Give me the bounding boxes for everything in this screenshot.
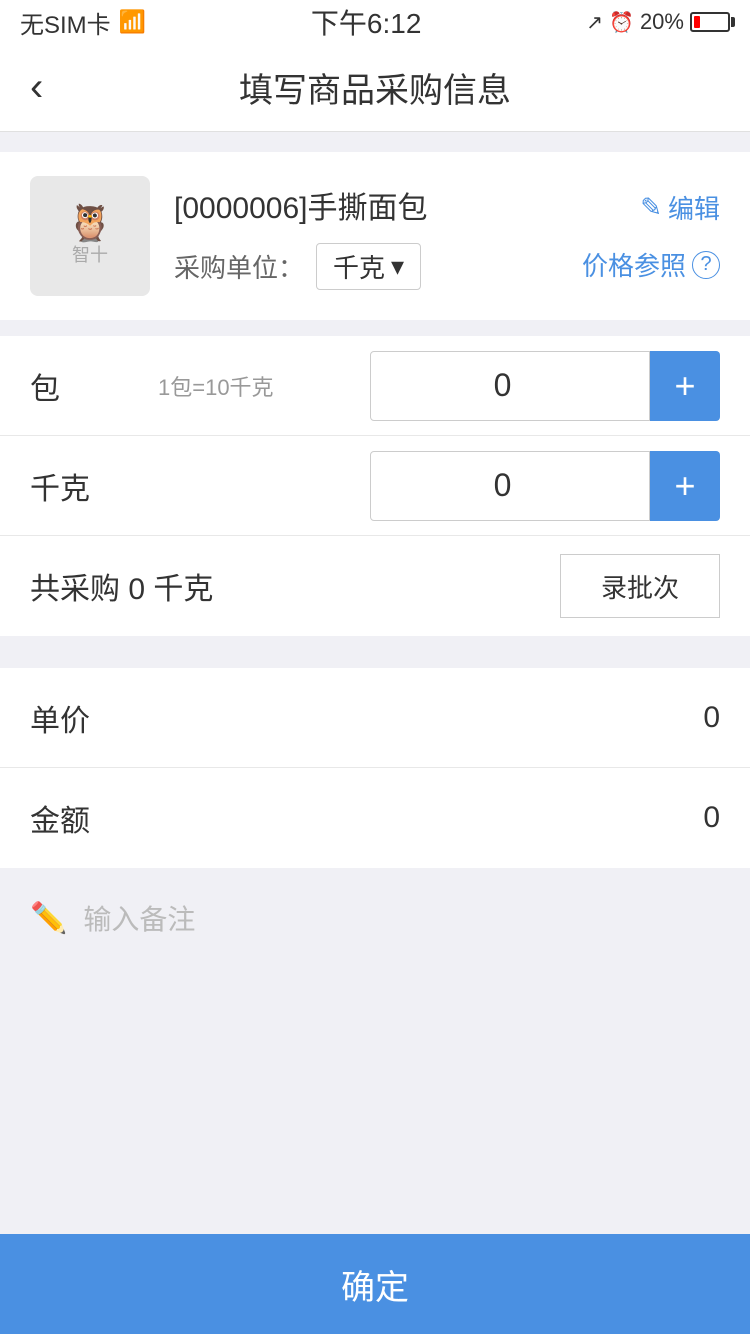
bag-input-row: 包 1包=10千克 + bbox=[0, 336, 750, 436]
product-card: 🦉 智十 [0000006]手撕面包 采购单位： 千克 ▾ ✎ 编辑 价格参照 … bbox=[0, 152, 750, 320]
summary-text: 共采购 0 千克 bbox=[30, 564, 213, 608]
product-name: [0000006]手撕面包 bbox=[174, 183, 558, 227]
product-brand: 智十 bbox=[72, 241, 108, 267]
unit-label: 采购单位： bbox=[174, 248, 304, 285]
status-left: 无SIM卡 📶 bbox=[20, 5, 146, 40]
unit-price-row: 单价 0 bbox=[0, 668, 750, 768]
batch-button[interactable]: 录批次 bbox=[560, 554, 720, 618]
carrier-text: 无SIM卡 bbox=[20, 5, 111, 40]
remark-section[interactable]: ✏️ 输入备注 bbox=[0, 868, 750, 968]
unit-value: 千克 bbox=[333, 248, 385, 285]
unit-price-label: 单价 bbox=[30, 696, 90, 740]
summary-row: 共采购 0 千克 录批次 bbox=[0, 536, 750, 636]
chevron-down-icon: ▾ bbox=[391, 251, 404, 282]
price-section: 单价 0 金额 0 bbox=[0, 668, 750, 868]
input-section: 包 1包=10千克 + 千克 + bbox=[0, 336, 750, 536]
kg-input-right: + bbox=[370, 451, 720, 521]
bag-plus-button[interactable]: + bbox=[650, 351, 720, 421]
battery-percent: 20% bbox=[640, 9, 684, 35]
unit-select[interactable]: 千克 ▾ bbox=[316, 243, 421, 290]
product-unit-row: 采购单位： 千克 ▾ bbox=[174, 243, 558, 290]
bag-input-right: + bbox=[370, 351, 720, 421]
back-button[interactable]: ‹ bbox=[30, 65, 43, 110]
bag-qty-input[interactable] bbox=[370, 351, 650, 421]
kg-qty-input[interactable] bbox=[370, 451, 650, 521]
divider-1 bbox=[0, 320, 750, 336]
product-image: 🦉 智十 bbox=[30, 176, 150, 296]
kg-label: 千克 bbox=[30, 464, 150, 508]
status-right: ↗ ⏰ 20% bbox=[586, 9, 730, 35]
product-owl-icon: 🦉 bbox=[68, 205, 113, 241]
bag-sub-label: 1包=10千克 bbox=[158, 370, 274, 402]
unit-price-value: 0 bbox=[703, 701, 720, 735]
status-bar: 无SIM卡 📶 下午6:12 ↗ ⏰ 20% bbox=[0, 0, 750, 44]
page-title: 填写商品采购信息 bbox=[239, 63, 511, 112]
product-actions: ✎ 编辑 价格参照 ? bbox=[582, 189, 720, 283]
price-ref-label: 价格参照 bbox=[582, 246, 686, 283]
kg-plus-button[interactable]: + bbox=[650, 451, 720, 521]
kg-input-row: 千克 + bbox=[0, 436, 750, 536]
bag-label: 包 bbox=[30, 364, 150, 408]
amount-row: 金额 0 bbox=[0, 768, 750, 868]
product-info: [0000006]手撕面包 采购单位： 千克 ▾ bbox=[174, 183, 558, 290]
edit-button[interactable]: ✎ 编辑 bbox=[640, 189, 720, 226]
alarm-icon: ⏰ bbox=[609, 10, 634, 35]
help-icon: ? bbox=[692, 251, 720, 279]
wifi-icon: 📶 bbox=[119, 9, 146, 35]
confirm-button[interactable]: 确定 bbox=[0, 1234, 750, 1334]
edit-label: 编辑 bbox=[668, 189, 720, 226]
divider-2 bbox=[0, 636, 750, 652]
edit-icon: ✎ bbox=[640, 192, 662, 223]
empty-space bbox=[0, 968, 750, 1268]
remark-placeholder: 输入备注 bbox=[83, 898, 195, 938]
pencil-icon: ✏️ bbox=[30, 901, 67, 936]
location-icon: ↗ bbox=[586, 10, 603, 35]
amount-label: 金额 bbox=[30, 796, 90, 840]
status-time: 下午6:12 bbox=[311, 2, 422, 42]
battery-icon bbox=[690, 12, 730, 32]
amount-value: 0 bbox=[703, 801, 720, 835]
nav-bar: ‹ 填写商品采购信息 bbox=[0, 44, 750, 132]
price-ref-button[interactable]: 价格参照 ? bbox=[582, 246, 720, 283]
